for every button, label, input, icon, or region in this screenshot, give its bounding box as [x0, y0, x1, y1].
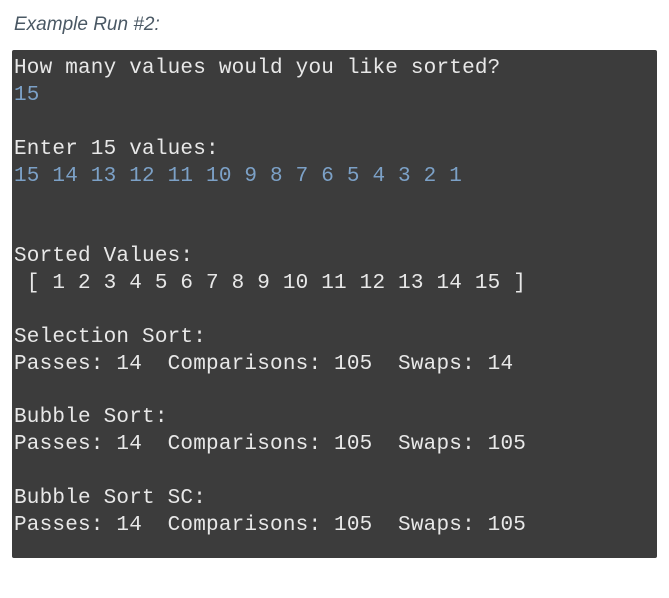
sorted-values: [ 1 2 3 4 5 6 7 8 9 10 11 12 13 14 15 ] — [14, 272, 526, 295]
bubble-sc-label: Bubble Sort SC: — [14, 487, 206, 510]
bubble-sc-stats: Passes: 14 Comparisons: 105 Swaps: 105 — [14, 514, 526, 537]
example-heading: Example Run #2: — [14, 14, 657, 36]
prompt-values: Enter 15 values: — [14, 138, 219, 161]
prompt-count: How many values would you like sorted? — [14, 57, 500, 80]
input-values: 15 14 13 12 11 10 9 8 7 6 5 4 3 2 1 — [14, 165, 462, 188]
selection-stats: Passes: 14 Comparisons: 105 Swaps: 14 — [14, 353, 513, 376]
sorted-label: Sorted Values: — [14, 245, 193, 268]
selection-label: Selection Sort: — [14, 326, 206, 349]
bubble-label: Bubble Sort: — [14, 406, 168, 429]
terminal-output: How many values would you like sorted? 1… — [12, 50, 657, 558]
bubble-stats: Passes: 14 Comparisons: 105 Swaps: 105 — [14, 433, 526, 456]
input-count: 15 — [14, 84, 40, 107]
